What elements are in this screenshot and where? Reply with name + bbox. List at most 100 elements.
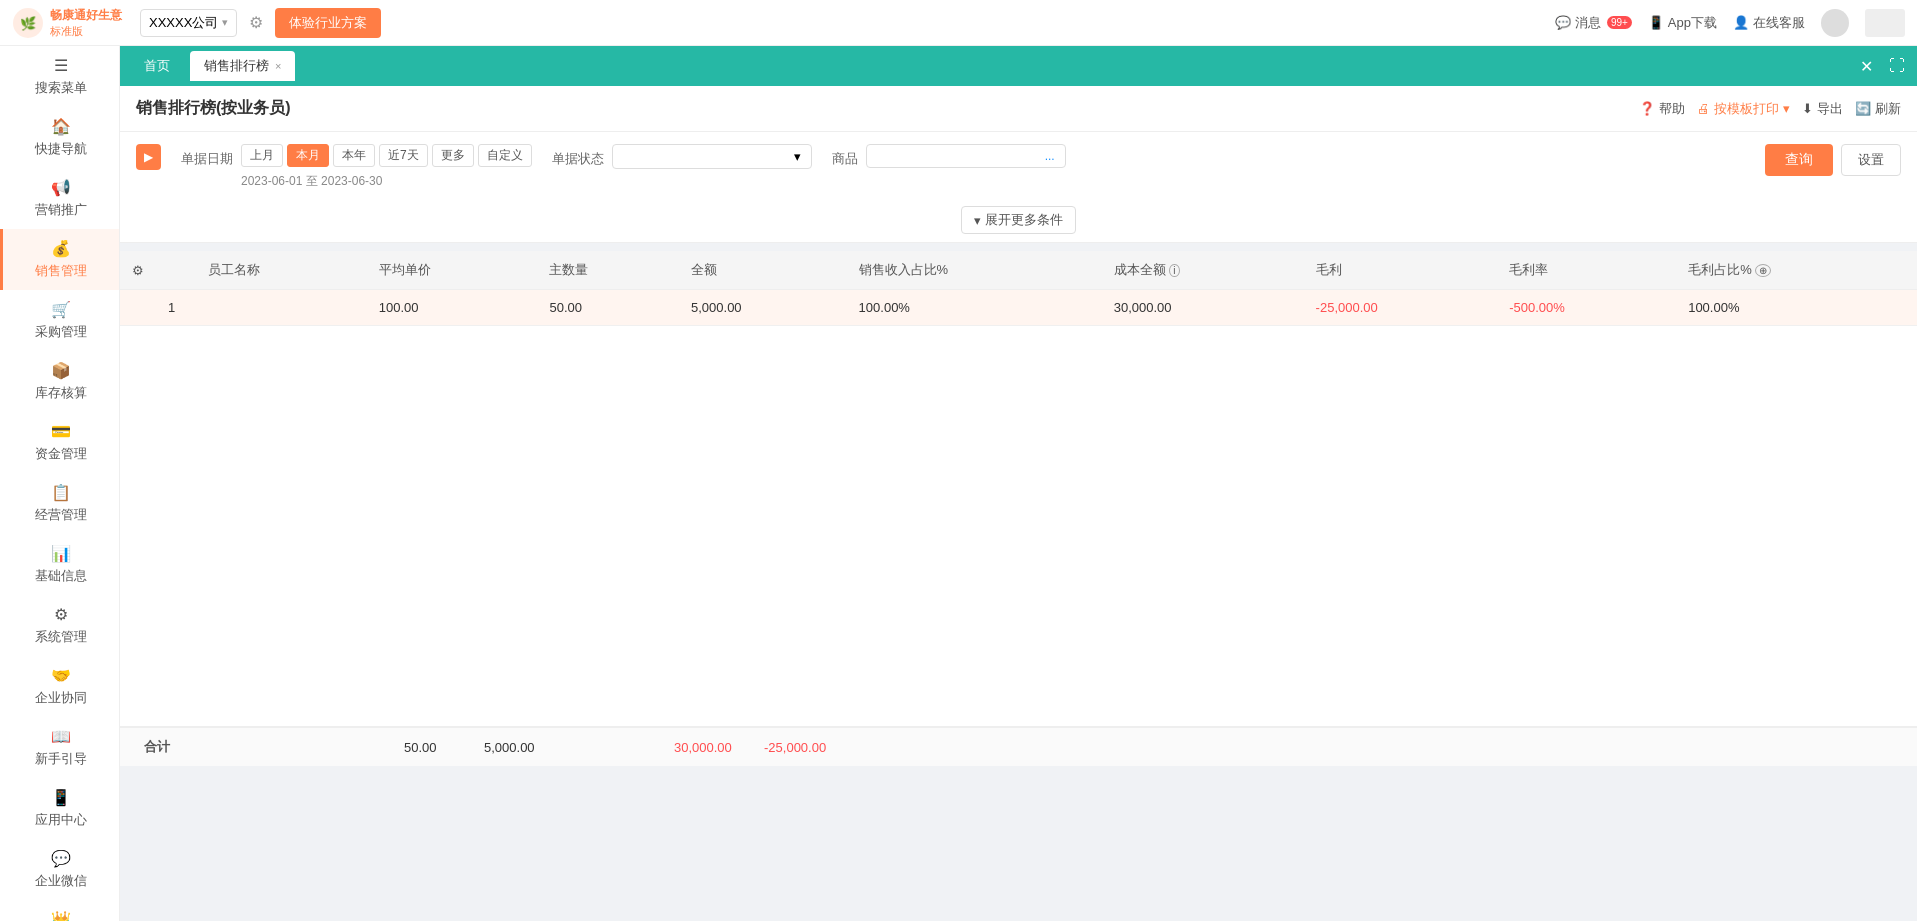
goods-input[interactable]: ... <box>866 144 1066 168</box>
sidebar-label-inventory: 库存核算 <box>35 384 87 402</box>
sidebar-item-search[interactable]: ☰ 搜索菜单 <box>0 46 119 107</box>
col-profit: 毛利 <box>1304 251 1498 290</box>
content-area: 首页 销售排行榜 × ✕ ⛶ 销售排行榜(按业务员) ❓ 帮助 <box>120 46 1917 921</box>
col-avg-price: 平均单价 <box>367 251 538 290</box>
more-options-link[interactable]: ... <box>1045 149 1055 163</box>
sidebar-label-apps: 应用中心 <box>35 811 87 829</box>
row-settings <box>120 290 156 326</box>
search-icon: ☰ <box>54 56 68 75</box>
message-badge: 99+ <box>1607 16 1632 29</box>
sidebar-label-finance: 资金管理 <box>35 445 87 463</box>
col-settings[interactable]: ⚙ <box>120 251 156 290</box>
operations-icon: 📋 <box>51 483 71 502</box>
refresh-button[interactable]: 🔄 刷新 <box>1855 100 1901 118</box>
tab-home[interactable]: 首页 <box>128 49 186 83</box>
period-btn-prev-month[interactable]: 上月 <box>241 144 283 167</box>
period-btn-more[interactable]: 更多 <box>432 144 474 167</box>
footer-amount: 5,000.00 <box>472 740 562 755</box>
help-button[interactable]: ❓ 帮助 <box>1639 100 1685 118</box>
apps-icon: 📱 <box>51 788 71 807</box>
col-cost: 成本全额 i <box>1102 251 1304 290</box>
footer-cost: 30,000.00 <box>662 740 752 755</box>
table-row: 1 100.00 50.00 5,000.00 100.00% 30,000.0… <box>120 290 1917 326</box>
period-buttons: 上月 本月 本年 近7天 更多 自定义 <box>241 144 532 167</box>
export-icon: ⬇ <box>1802 101 1813 116</box>
basic-icon: 📊 <box>51 544 71 563</box>
period-btn-this-year[interactable]: 本年 <box>333 144 375 167</box>
export-button[interactable]: ⬇ 导出 <box>1802 100 1843 118</box>
setup-button[interactable]: 设置 <box>1841 144 1901 176</box>
message-label: 消息 <box>1575 14 1601 32</box>
message-item[interactable]: 💬 消息 99+ <box>1555 14 1632 32</box>
sidebar-label-guide: 新手引导 <box>35 750 87 768</box>
logo-icon: 🌿 <box>12 7 44 39</box>
row-qty: 50.00 <box>537 290 679 326</box>
sidebar-item-shortcut[interactable]: 🏠 快捷导航 <box>0 107 119 168</box>
sidebar-label-basic: 基础信息 <box>35 567 87 585</box>
app-download-item[interactable]: 📱 App下载 <box>1648 14 1717 32</box>
sidebar-item-collab[interactable]: 🤝 企业协同 <box>0 656 119 717</box>
print-dropdown-icon: ▾ <box>1783 101 1790 116</box>
period-btn-this-month[interactable]: 本月 <box>287 144 329 167</box>
home-icon: 🏠 <box>51 117 71 136</box>
sidebar-item-apps[interactable]: 📱 应用中心 <box>0 778 119 839</box>
tab-maximize-icon[interactable]: ⛶ <box>1885 53 1909 80</box>
sidebar-item-purchase[interactable]: 🛒 采购管理 <box>0 290 119 351</box>
sidebar-item-wechat[interactable]: 💬 企业微信 <box>0 839 119 900</box>
filter-group-goods: 商品 ... <box>832 144 1066 168</box>
sidebar-item-guide[interactable]: 📖 新手引导 <box>0 717 119 778</box>
period-btn-custom[interactable]: 自定义 <box>478 144 532 167</box>
sidebar-item-system[interactable]: ⚙ 系统管理 <box>0 595 119 656</box>
company-selector[interactable]: XXXXX公司 ▾ <box>140 9 237 37</box>
guide-icon: 📖 <box>51 727 71 746</box>
filter-toggle-button[interactable]: ▶ <box>136 144 161 170</box>
col-rank <box>156 251 196 290</box>
page-title: 销售排行榜(按业务员) <box>136 98 291 119</box>
footer-label: 合计 <box>132 738 312 756</box>
col-amount: 全额 <box>679 251 847 290</box>
sidebar-label-collab: 企业协同 <box>35 689 87 707</box>
row-rank: 1 <box>156 290 196 326</box>
expand-label: 展开更多条件 <box>985 211 1063 229</box>
online-service-item[interactable]: 👤 在线客服 <box>1733 14 1805 32</box>
sidebar-label-shortcut: 快捷导航 <box>35 140 87 158</box>
tab-close-window-icon[interactable]: ✕ <box>1856 53 1877 80</box>
sidebar-label-marketing: 营销推广 <box>35 201 87 219</box>
sidebar-item-finance[interactable]: 💳 资金管理 <box>0 412 119 473</box>
member-icon: 👑 <box>51 910 71 921</box>
sidebar-label-system: 系统管理 <box>35 628 87 646</box>
sidebar-item-inventory[interactable]: 📦 库存核算 <box>0 351 119 412</box>
avatar[interactable] <box>1821 9 1849 37</box>
filter-group-date: 单据日期 上月 本月 本年 近7天 更多 自定义 2023-06-01 至 20… <box>181 144 532 190</box>
status-select[interactable]: ▾ <box>612 144 812 169</box>
sidebar-item-basic[interactable]: 📊 基础信息 <box>0 534 119 595</box>
expand-more-button[interactable]: ▾ 展开更多条件 <box>961 206 1076 234</box>
tab-bar: 首页 销售排行榜 × ✕ ⛶ <box>120 46 1917 86</box>
logo-area: 🌿 畅康通好生意 标准版 <box>12 7 132 39</box>
refresh-icon: 🔄 <box>1855 101 1871 116</box>
sidebar-item-marketing[interactable]: 📢 营销推广 <box>0 168 119 229</box>
filter-row-main: ▶ 单据日期 上月 本月 本年 近7天 更多 自定义 <box>136 144 1901 190</box>
sidebar-item-sales[interactable]: 💰 销售管理 <box>0 229 119 290</box>
svg-text:🌿: 🌿 <box>20 15 37 32</box>
tab-sales-ranking[interactable]: 销售排行榜 × <box>190 51 295 81</box>
trial-button[interactable]: 体验行业方案 <box>275 8 381 38</box>
sidebar-label-sales: 销售管理 <box>35 262 87 280</box>
row-profit-pct: 100.00% <box>1676 290 1917 326</box>
expand-down-icon: ▾ <box>974 213 981 228</box>
query-button[interactable]: 查询 <box>1765 144 1833 176</box>
tab-bar-right: ✕ ⛶ <box>1856 53 1909 80</box>
period-btn-7days[interactable]: 近7天 <box>379 144 428 167</box>
sidebar-item-member[interactable]: 👑 畅会员 <box>0 900 119 921</box>
print-button[interactable]: 🖨 按模板打印 ▾ <box>1697 100 1790 118</box>
goods-filter-label: 商品 <box>832 144 858 168</box>
sidebar-label-purchase: 采购管理 <box>35 323 87 341</box>
inventory-icon: 📦 <box>51 361 71 380</box>
tab-close-icon[interactable]: × <box>275 60 281 72</box>
settings-icon[interactable]: ⚙ <box>245 9 267 36</box>
top-header: 🌿 畅康通好生意 标准版 XXXXX公司 ▾ ⚙ 体验行业方案 💬 消息 99+… <box>0 0 1917 46</box>
row-employee <box>196 290 367 326</box>
online-service-label: 在线客服 <box>1753 14 1805 32</box>
header-row: ⚙ 员工名称 平均单价 主数量 全额 销售收入占比% 成本全额 i 毛利 毛利率… <box>120 251 1917 290</box>
sidebar-item-operations[interactable]: 📋 经营管理 <box>0 473 119 534</box>
